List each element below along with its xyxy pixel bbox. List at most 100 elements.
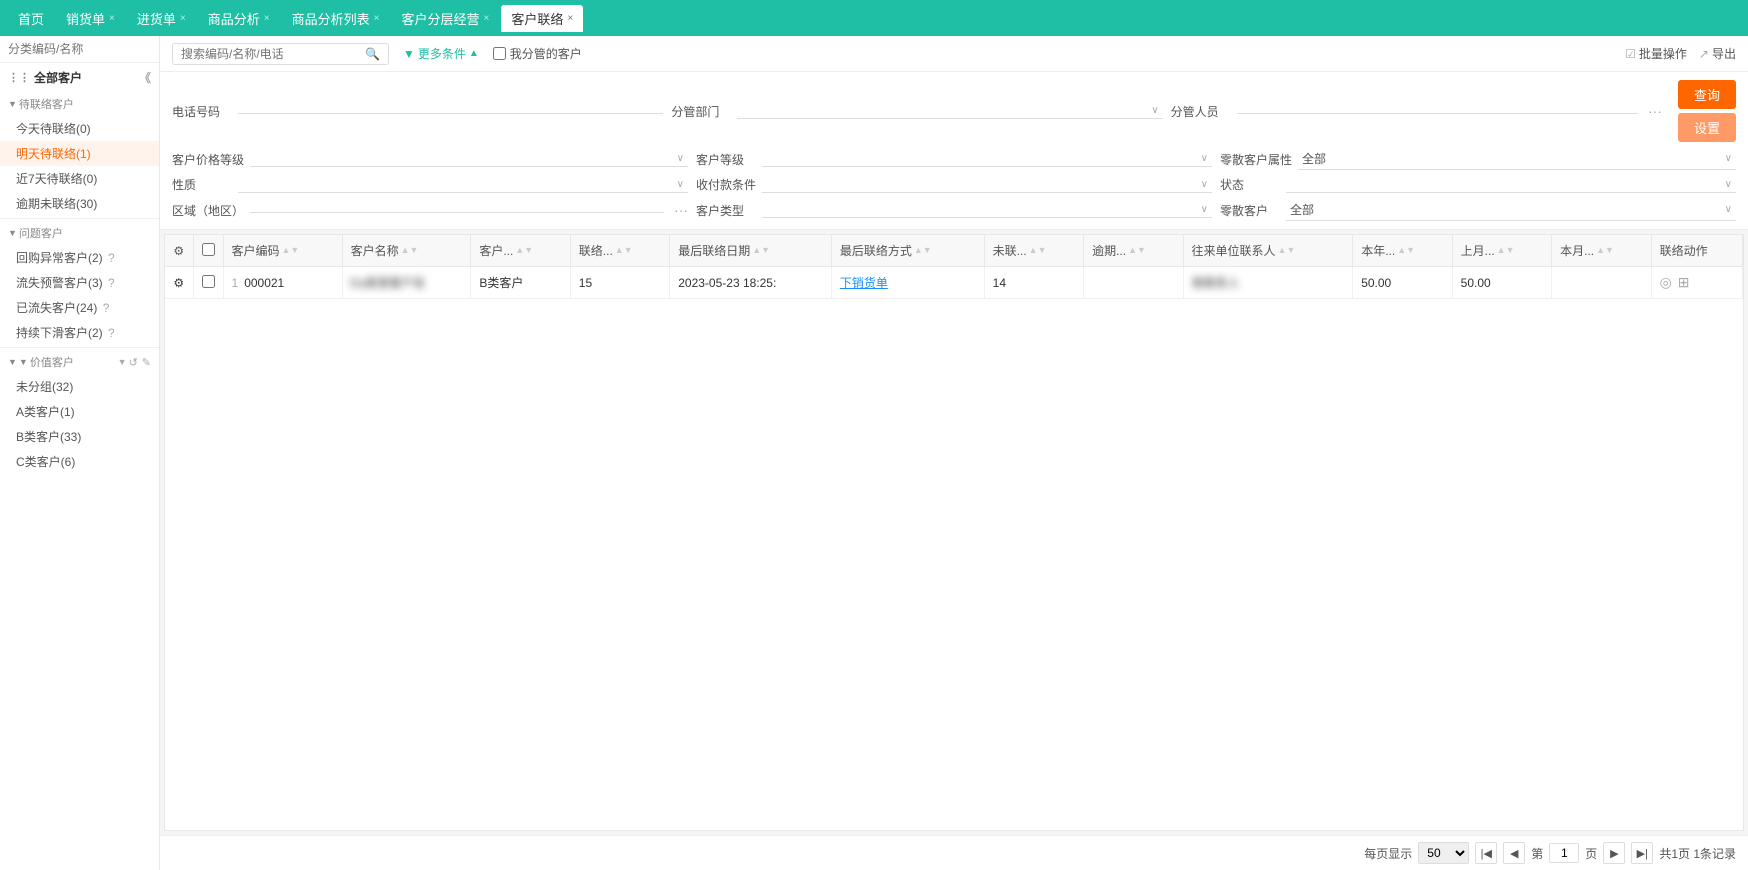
filter-phone: 电话号码: [172, 103, 663, 120]
export-btn[interactable]: ↗ 导出: [1699, 45, 1736, 62]
retail-attr-select[interactable]: 全部∨: [1298, 148, 1736, 170]
sidebar-item-today-pending[interactable]: 今天待联络(0): [0, 116, 159, 141]
col-contact-count-header[interactable]: 联络... ▲▼: [570, 235, 669, 267]
toolbar-search-box[interactable]: 🔍: [172, 43, 389, 65]
sidebar-item-declining[interactable]: 持续下滑客户(2) ?: [0, 320, 159, 345]
filter-row-4: 区域（地区） ··· 客户类型 ∨ 零散客户 全部∨: [172, 199, 1736, 221]
sidebar-item-7days-pending[interactable]: 近7天待联络(0): [0, 166, 159, 191]
nav-customer-contact[interactable]: 客户联络 ×: [501, 5, 583, 32]
search-icon[interactable]: 🔍: [365, 47, 380, 61]
col-name-header[interactable]: 客户名称 ▲▼: [342, 235, 471, 267]
col-code-header[interactable]: 客户编码 ▲▼: [223, 235, 342, 267]
filter-retail-attr: 零散客户属性 全部∨: [1220, 148, 1736, 170]
top-nav: 首页 销货单 × 进货单 × 商品分析 × 商品分析列表 × 客户分层经营 × …: [0, 0, 1748, 36]
all-customers-title: ⋮⋮ 全部客户 《: [0, 63, 159, 92]
sort-icon: ▲▼: [1278, 246, 1296, 255]
customer-type-select[interactable]: ∨: [762, 202, 1212, 218]
toolbar: 🔍 ▼ 更多条件 ▲ 我分管的客户 ☑ 批量操作 ↗ 导出: [160, 36, 1748, 72]
payment-select[interactable]: ∨: [762, 177, 1212, 193]
close-icon[interactable]: ×: [374, 13, 380, 24]
row-checkbox[interactable]: [202, 275, 215, 288]
close-icon[interactable]: ×: [180, 13, 186, 24]
row-gear[interactable]: ⚙: [165, 267, 193, 299]
table-header-row: ⚙ 客户编码 ▲▼ 客户名称: [165, 235, 1743, 267]
sidebar-item-c-class[interactable]: C类客户(6): [0, 449, 159, 474]
filter-retail-customer: 零散客户 全部∨: [1220, 199, 1736, 221]
sidebar-value-section[interactable]: 价值客户 ↺ ✎: [0, 350, 159, 374]
next-page-btn[interactable]: ▶: [1603, 842, 1625, 864]
region-more-icon[interactable]: ···: [674, 202, 688, 218]
nav-product-analysis-list[interactable]: 商品分析列表 ×: [282, 5, 390, 32]
manager-select[interactable]: [1237, 109, 1638, 114]
col-gear-header[interactable]: ⚙: [165, 235, 193, 267]
action-more-icon[interactable]: ⊞: [1678, 274, 1690, 291]
action-contact-icon[interactable]: ◎: [1660, 274, 1672, 291]
sidebar-item-overdue-pending[interactable]: 逾期未联络(30): [0, 191, 159, 216]
row-actions: ◎ ⊞: [1651, 267, 1742, 299]
sidebar-problem-section[interactable]: 问题客户: [0, 221, 159, 245]
my-customers-check[interactable]: [493, 47, 506, 60]
dept-select[interactable]: ∨: [737, 103, 1162, 119]
col-last-method-header[interactable]: 最后联络方式 ▲▼: [831, 235, 984, 267]
sidebar-item-repurchase-abnormal[interactable]: 回购异常客户(2) ?: [0, 245, 159, 270]
first-page-btn[interactable]: |◀: [1475, 842, 1497, 864]
nav-purchase-order[interactable]: 进货单 ×: [127, 5, 196, 32]
nav-customer-layered[interactable]: 客户分层经营 ×: [391, 5, 499, 32]
sidebar-item-b-class[interactable]: B类客户(33): [0, 424, 159, 449]
refresh-icon[interactable]: ↺: [118, 356, 138, 369]
edit-icon[interactable]: ✎: [142, 356, 151, 369]
nav-home[interactable]: 首页: [8, 5, 54, 32]
col-last-month-header[interactable]: 上月... ▲▼: [1452, 235, 1551, 267]
sidebar-item-churned[interactable]: 已流失客户(24) ?: [0, 295, 159, 320]
col-this-month-header[interactable]: 本月... ▲▼: [1552, 235, 1651, 267]
sidebar-item-ungrouped[interactable]: 未分组(32): [0, 374, 159, 399]
filter-row-3: 性质 ∨ 收付款条件 ∨ 状态 ∨: [172, 176, 1736, 193]
col-overdue-header[interactable]: 逾期... ▲▼: [1084, 235, 1183, 267]
filter-row-2: 客户价格等级 ∨ 客户等级 ∨ 零散客户属性 全部∨: [172, 148, 1736, 170]
close-icon[interactable]: ×: [264, 13, 270, 24]
close-icon[interactable]: ×: [109, 13, 115, 24]
select-all-checkbox[interactable]: [202, 243, 215, 256]
col-type-header[interactable]: 客户... ▲▼: [471, 235, 570, 267]
export-icon: ↗: [1699, 47, 1709, 61]
col-check-header[interactable]: [193, 235, 223, 267]
last-page-btn[interactable]: ▶|: [1631, 842, 1653, 864]
content-area: 🔍 ▼ 更多条件 ▲ 我分管的客户 ☑ 批量操作 ↗ 导出: [160, 36, 1748, 870]
customer-level-select[interactable]: ∨: [762, 151, 1212, 167]
region-select[interactable]: [250, 208, 664, 213]
row-last-month: 50.00: [1452, 267, 1551, 299]
query-button[interactable]: 查询: [1678, 80, 1736, 109]
search-input[interactable]: [181, 47, 361, 61]
row-this-year: 50.00: [1353, 267, 1452, 299]
batch-operation-btn[interactable]: ☑ 批量操作: [1625, 45, 1687, 62]
sidebar-search-input[interactable]: [8, 42, 160, 56]
phone-input[interactable]: [238, 109, 663, 114]
sidebar-item-a-class[interactable]: A类客户(1): [0, 399, 159, 424]
sidebar-item-churn-warning[interactable]: 流失预警客户(3) ?: [0, 270, 159, 295]
more-filter-btn[interactable]: ▼ 更多条件 ▲: [397, 42, 485, 65]
close-icon[interactable]: ×: [567, 13, 573, 24]
manager-more-icon[interactable]: ···: [1648, 103, 1662, 119]
toolbar-right: ☑ 批量操作 ↗ 导出: [1625, 45, 1736, 62]
collapse-icon[interactable]: 《: [139, 69, 151, 86]
row-check[interactable]: [193, 267, 223, 299]
filter-payment: 收付款条件 ∨: [696, 176, 1212, 193]
col-this-year-header[interactable]: 本年... ▲▼: [1353, 235, 1452, 267]
retail-customer-select[interactable]: 全部∨: [1286, 199, 1736, 221]
col-uncontact-header[interactable]: 未联... ▲▼: [984, 235, 1083, 267]
set-button[interactable]: 设置: [1678, 113, 1736, 142]
my-customers-checkbox[interactable]: 我分管的客户: [493, 45, 582, 62]
col-last-date-header[interactable]: 最后联络日期 ▲▼: [670, 235, 832, 267]
col-contact-person-header[interactable]: 往来单位联系人 ▲▼: [1183, 235, 1353, 267]
nav-sales-order[interactable]: 销货单 ×: [56, 5, 125, 32]
nav-product-analysis[interactable]: 商品分析 ×: [198, 5, 280, 32]
price-level-select[interactable]: ∨: [250, 151, 688, 167]
prev-page-btn[interactable]: ◀: [1503, 842, 1525, 864]
status-select[interactable]: ∨: [1286, 177, 1736, 193]
page-number-input[interactable]: [1549, 843, 1579, 863]
gender-select[interactable]: ∨: [238, 177, 688, 193]
sidebar-item-tomorrow-pending[interactable]: 明天待联络(1): [0, 141, 159, 166]
sidebar-pending-section[interactable]: 待联络客户: [0, 92, 159, 116]
page-size-select[interactable]: 50 100 200: [1418, 842, 1469, 864]
close-icon[interactable]: ×: [483, 13, 489, 24]
